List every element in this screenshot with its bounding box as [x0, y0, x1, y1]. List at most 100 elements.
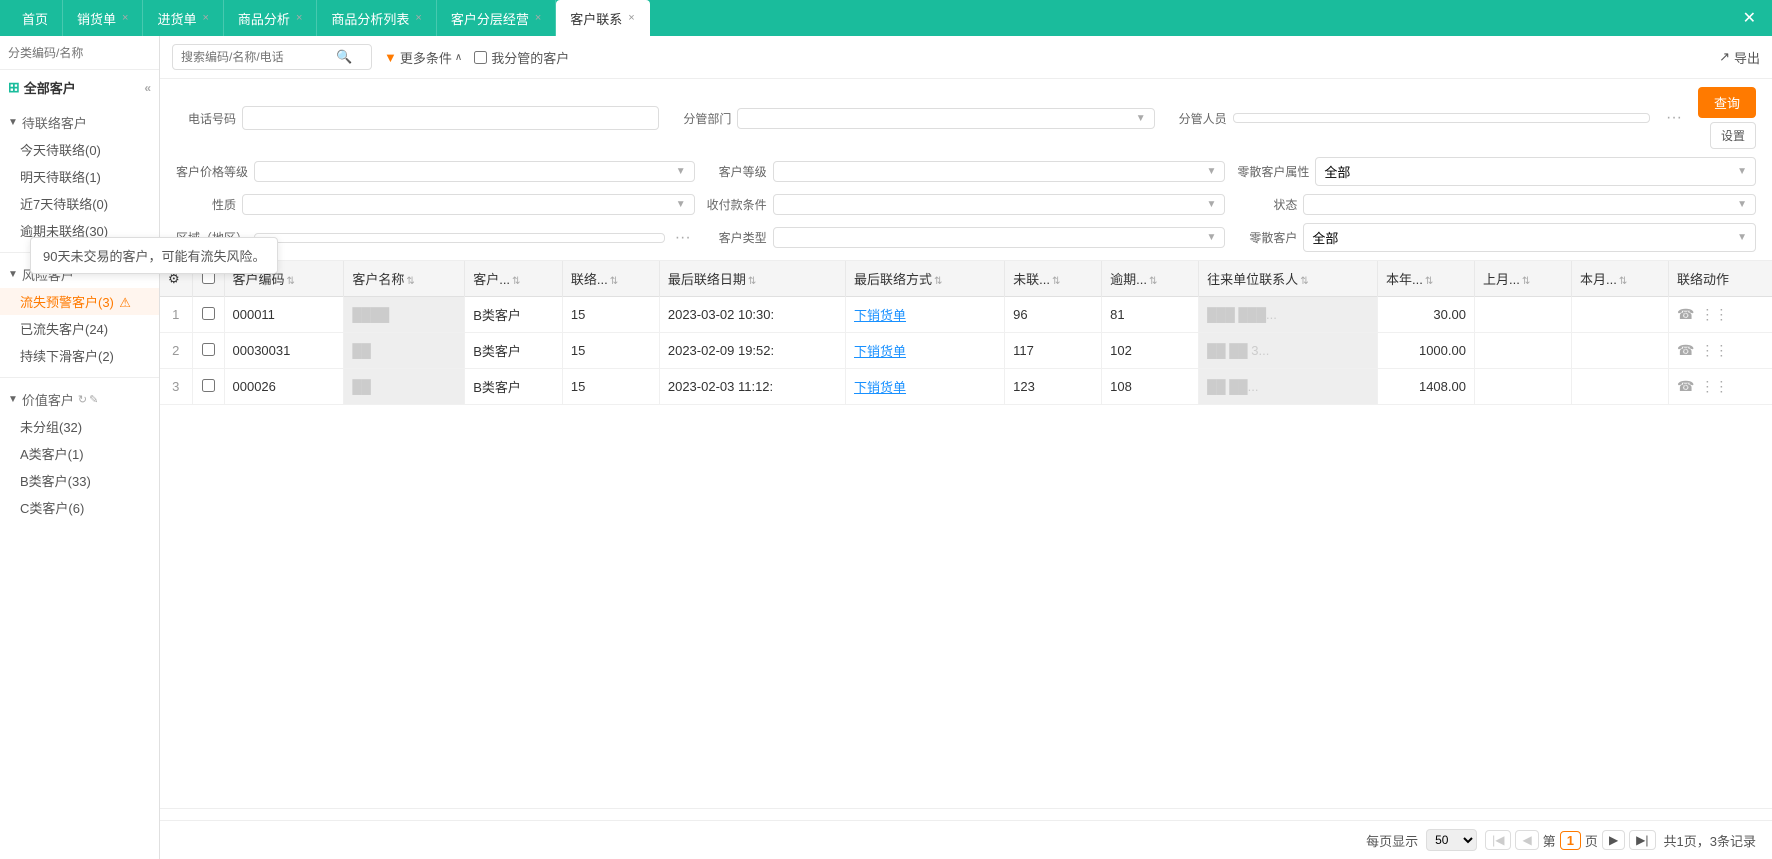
tab-purchase-order[interactable]: 进货单 ×	[143, 0, 223, 36]
col-this-year[interactable]: 本年...⇅	[1377, 261, 1474, 297]
export-button[interactable]: ↗ 导出	[1719, 48, 1760, 67]
row-more-icon-1[interactable]: ⋮⋮	[1700, 306, 1728, 323]
adv-more-btn-1[interactable]: ···	[1662, 109, 1686, 127]
tab-sales-order-close[interactable]: ×	[122, 12, 128, 24]
collapse-icon[interactable]: «	[144, 81, 151, 95]
col-name[interactable]: 客户名称⇅	[344, 261, 465, 297]
person-select[interactable]	[1233, 113, 1650, 123]
tab-product-analysis-close[interactable]: ×	[296, 12, 302, 24]
row-more-icon-2[interactable]: ⋮⋮	[1700, 342, 1728, 359]
row-unit-contact-1: ███ ███...	[1199, 297, 1378, 333]
tab-product-analysis[interactable]: 商品分析 ×	[224, 0, 317, 36]
col-last-date[interactable]: 最后联络日期⇅	[659, 261, 845, 297]
col-overdue[interactable]: 逾期...⇅	[1102, 261, 1199, 297]
row-last-month-3	[1474, 369, 1571, 405]
row-contact-icon-2[interactable]: ☎	[1677, 342, 1694, 359]
settings-button[interactable]: 设置	[1710, 122, 1756, 149]
search-input[interactable]	[181, 50, 336, 64]
payment-select[interactable]: ▼	[773, 194, 1226, 215]
row-type-1: B类客户	[465, 297, 563, 333]
next-page-btn[interactable]: ▶	[1602, 830, 1625, 850]
sidebar-group-value-title[interactable]: ▼ 价值客户 ↻ ✎	[0, 386, 159, 413]
zero-attr-select[interactable]: 全部 ▼	[1315, 157, 1756, 186]
row-checkbox-1[interactable]	[202, 307, 215, 320]
edit-icon[interactable]: ✎	[89, 393, 98, 406]
refresh-icon[interactable]: ↻	[78, 393, 87, 406]
col-last-month[interactable]: 上月...⇅	[1474, 261, 1571, 297]
tab-customer-tier-close[interactable]: ×	[535, 12, 541, 24]
sidebar-item-class-b[interactable]: B类客户(33)	[0, 467, 159, 494]
content-area: 🔍 ▼ 更多条件 ∧ 我分管的客户 ↗ 导出 电话号码	[160, 36, 1772, 859]
status-select[interactable]: ▼	[1303, 194, 1756, 215]
phone-input[interactable]	[242, 106, 659, 130]
row-checkbox-3[interactable]	[202, 379, 215, 392]
sidebar-item-class-c[interactable]: C类客户(6)	[0, 494, 159, 521]
row-last-way-3[interactable]: 下销货单	[846, 369, 1005, 405]
sidebar-group-risk: ▼ 风险客户 流失预警客户(3) ⚠ 已流失客户(24) 持续下滑客户(2)	[0, 257, 159, 373]
col-uncontacted[interactable]: 未联...⇅	[1005, 261, 1102, 297]
tab-purchase-order-close[interactable]: ×	[202, 12, 208, 24]
table-row: 3 000026 ██ B类客户 15 2023-02-03 11:12: 下销…	[160, 369, 1772, 405]
tooltip-text: 90天未交易的客户，可能有流失风险。	[43, 249, 160, 264]
sort-name-icon: ⇅	[406, 276, 414, 287]
sidebar-search-input[interactable]	[8, 46, 160, 60]
dept-caret-icon: ▼	[1136, 113, 1146, 124]
export-label: 导出	[1734, 48, 1760, 67]
row-more-icon-3[interactable]: ⋮⋮	[1700, 378, 1728, 395]
sidebar-item-class-a[interactable]: A类客户(1)	[0, 440, 159, 467]
tab-customer-contact[interactable]: 客户联系 ×	[556, 0, 649, 36]
tab-home[interactable]: 首页	[8, 0, 63, 36]
col-type[interactable]: 客户...⇅	[465, 261, 563, 297]
last-page-btn[interactable]: ▶|	[1629, 830, 1655, 850]
level-select[interactable]: ▼	[773, 161, 1226, 182]
query-button[interactable]: 查询	[1698, 87, 1756, 118]
sidebar-item-declining[interactable]: 持续下滑客户(2)	[0, 342, 159, 369]
filter-search-field: 🔍	[172, 44, 372, 70]
region-select[interactable]	[254, 233, 665, 243]
tab-customer-contact-close[interactable]: ×	[628, 12, 634, 24]
row-last-way-2[interactable]: 下销货单	[846, 333, 1005, 369]
price-level-field: 客户价格等级 ▼	[176, 161, 695, 182]
region-more-btn[interactable]: ···	[671, 229, 695, 247]
row-check-1[interactable]	[192, 297, 224, 333]
row-last-way-1[interactable]: 下销货单	[846, 297, 1005, 333]
sidebar-item-churn-warning[interactable]: 流失预警客户(3) ⚠	[0, 288, 159, 315]
col-last-way[interactable]: 最后联络方式⇅	[846, 261, 1005, 297]
tab-sales-order[interactable]: 销货单 ×	[63, 0, 143, 36]
sidebar-item-churned[interactable]: 已流失客户(24)	[0, 315, 159, 342]
sidebar-root-header[interactable]: ⊞ 全部客户 «	[0, 70, 159, 105]
dept-select[interactable]: ▼	[737, 108, 1154, 129]
sidebar-item-today[interactable]: 今天待联络(0)	[0, 136, 159, 163]
col-unit-contact[interactable]: 往来单位联系人⇅	[1199, 261, 1378, 297]
row-code-2: 00030031	[224, 333, 344, 369]
nature-select[interactable]: ▼	[242, 194, 695, 215]
row-uncontacted-3: 123	[1005, 369, 1102, 405]
col-this-month[interactable]: 本月...⇅	[1571, 261, 1668, 297]
sidebar-group-pending-title[interactable]: ▼ 待联络客户	[0, 109, 159, 136]
price-level-select[interactable]: ▼	[254, 161, 695, 182]
col-contacts[interactable]: 联络...⇅	[562, 261, 659, 297]
my-customers-checkbox[interactable]	[474, 51, 487, 64]
first-page-btn[interactable]: |◀	[1485, 830, 1511, 850]
row-contact-icon-3[interactable]: ☎	[1677, 378, 1694, 395]
zero-customer-select[interactable]: 全部 ▼	[1303, 223, 1756, 252]
per-page-select[interactable]: 50 100 200	[1426, 829, 1477, 851]
tab-customer-tier[interactable]: 客户分层经营 ×	[437, 0, 556, 36]
row-check-2[interactable]	[192, 333, 224, 369]
row-contact-icon-1[interactable]: ☎	[1677, 306, 1694, 323]
search-button[interactable]: 🔍	[336, 49, 352, 65]
row-checkbox-2[interactable]	[202, 343, 215, 356]
window-close-button[interactable]: ✕	[1735, 8, 1764, 28]
sidebar-item-tomorrow[interactable]: 明天待联络(1)	[0, 163, 159, 190]
row-check-3[interactable]	[192, 369, 224, 405]
bottom-scrollbar[interactable]	[160, 808, 1772, 820]
customer-type-select[interactable]: ▼	[773, 227, 1226, 248]
arrow-down-icon: ▼	[8, 117, 18, 128]
row-overdue-3: 108	[1102, 369, 1199, 405]
more-conditions-btn[interactable]: ▼ 更多条件 ∧	[384, 48, 462, 67]
sidebar-item-ungroup[interactable]: 未分组(32)	[0, 413, 159, 440]
sidebar-item-7days[interactable]: 近7天待联络(0)	[0, 190, 159, 217]
prev-page-btn[interactable]: ◀	[1515, 830, 1538, 850]
tab-product-analysis-list[interactable]: 商品分析列表 ×	[317, 0, 436, 36]
tab-product-analysis-list-close[interactable]: ×	[415, 12, 421, 24]
